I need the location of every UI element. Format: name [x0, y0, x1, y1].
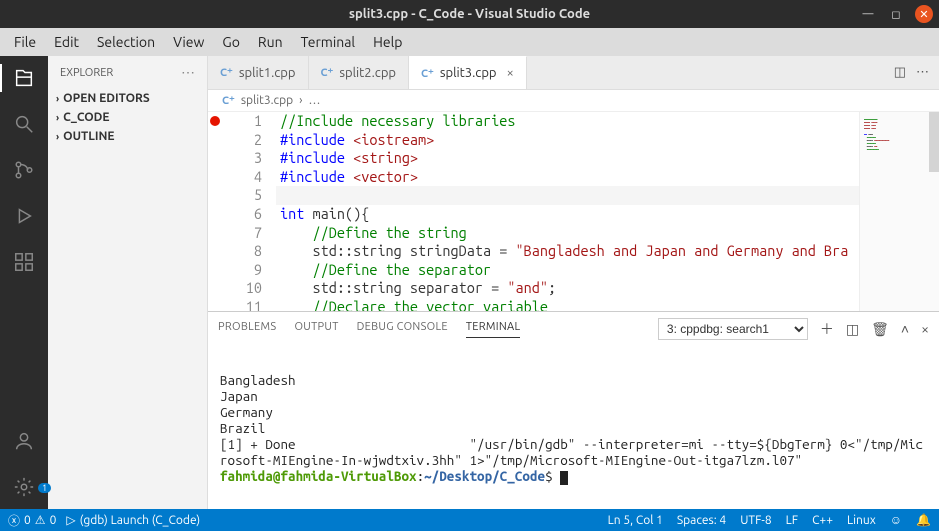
sidebar-header: EXPLORER ⋯ — [48, 56, 207, 89]
status-spaces[interactable]: Spaces: 4 — [677, 514, 726, 527]
panel-tab-debug-console[interactable]: DEBUG CONSOLE — [357, 321, 448, 337]
line-numbers: 1234567891011 — [226, 112, 276, 311]
close-panel-icon[interactable]: × — [921, 321, 929, 337]
code-editor[interactable]: 1234567891011 //Include necessary librar… — [208, 112, 939, 311]
chevron-right-icon: › — [299, 94, 302, 107]
menu-view[interactable]: View — [165, 30, 212, 54]
cpp-file-icon: C⁺ — [321, 66, 334, 79]
terminal-selector[interactable]: 3: cppdbg: search1 — [658, 318, 808, 340]
chevron-right-icon: › — [56, 112, 59, 123]
search-icon[interactable] — [12, 112, 36, 136]
menu-run[interactable]: Run — [250, 30, 291, 54]
menubar: File Edit Selection View Go Run Terminal… — [0, 28, 939, 56]
more-actions-icon[interactable]: ⋯ — [916, 65, 929, 80]
status-lang[interactable]: C++ — [812, 514, 833, 527]
status-eol[interactable]: LF — [786, 514, 798, 527]
activitybar: 1 — [0, 56, 48, 509]
main: 1 EXPLORER ⋯ › OPEN EDITORS › C_CODE › O… — [0, 56, 939, 509]
panel-tab-terminal[interactable]: TERMINAL — [466, 321, 521, 338]
editor-actions: ◫ ⋯ — [884, 65, 939, 80]
sidebar-open-editors[interactable]: › OPEN EDITORS — [48, 89, 207, 108]
sidebar-outline[interactable]: › OUTLINE — [48, 127, 207, 146]
settings-icon[interactable]: 1 — [12, 475, 36, 499]
settings-badge: 1 — [38, 483, 51, 493]
menu-edit[interactable]: Edit — [46, 30, 87, 54]
panel-tabs: PROBLEMS OUTPUT DEBUG CONSOLE TERMINAL 3… — [208, 312, 939, 346]
tab-close-icon[interactable]: × — [507, 66, 514, 80]
notifications-icon[interactable]: 🔔 — [916, 513, 931, 527]
panel-tab-output[interactable]: OUTPUT — [294, 321, 338, 337]
chevron-right-icon: › — [56, 131, 59, 142]
menu-go[interactable]: Go — [214, 30, 247, 54]
cpp-file-icon: C⁺ — [220, 66, 233, 79]
maximize-panel-icon[interactable]: ˄ — [901, 321, 909, 337]
code-content[interactable]: //Include necessary libraries#include <i… — [276, 112, 859, 311]
close-button[interactable]: ✕ — [915, 5, 933, 23]
cpp-file-icon: C⁺ — [222, 94, 235, 107]
status-launch[interactable]: ▷ (gdb) Launch (C_Code) — [66, 513, 200, 527]
menu-file[interactable]: File — [6, 30, 44, 54]
split-editor-icon[interactable]: ◫ — [894, 65, 906, 80]
status-cursor[interactable]: Ln 5, Col 1 — [608, 514, 663, 527]
status-encoding[interactable]: UTF-8 — [740, 514, 771, 527]
menu-help[interactable]: Help — [365, 30, 410, 54]
status-errors[interactable]: ⓧ 0 ⚠ 0 — [8, 512, 56, 529]
breadcrumb[interactable]: C⁺ split3.cpp › … — [208, 90, 939, 112]
explorer-icon[interactable] — [12, 66, 36, 90]
menu-selection[interactable]: Selection — [89, 30, 163, 54]
new-terminal-icon[interactable]: ＋ — [820, 319, 834, 339]
feedback-icon[interactable]: ☺ — [890, 513, 902, 527]
sidebar-title: EXPLORER — [60, 67, 113, 79]
tab-split3[interactable]: C⁺ split3.cpp × — [409, 56, 527, 89]
terminal-prompt-user: fahmida@fahmida-VirtualBox — [220, 468, 417, 484]
terminal-prompt-path: ~/Desktop/C_Code — [424, 468, 545, 484]
chevron-right-icon: › — [56, 93, 59, 104]
glyph-margin — [208, 112, 226, 311]
tab-split2[interactable]: C⁺ split2.cpp — [309, 56, 410, 89]
extensions-icon[interactable] — [12, 250, 36, 274]
minimize-button[interactable]: — — [859, 5, 877, 23]
maximize-button[interactable]: ◻ — [887, 5, 905, 23]
editor-area: C⁺ split1.cpp C⁺ split2.cpp C⁺ split3.cp… — [208, 56, 939, 509]
window-title: split3.cpp - C_Code - Visual Studio Code — [349, 7, 590, 21]
sidebar-folder[interactable]: › C_CODE — [48, 108, 207, 127]
statusbar: ⓧ 0 ⚠ 0 ▷ (gdb) Launch (C_Code) Ln 5, Co… — [0, 509, 939, 531]
sidebar: EXPLORER ⋯ › OPEN EDITORS › C_CODE › OUT… — [48, 56, 208, 509]
panel: PROBLEMS OUTPUT DEBUG CONSOLE TERMINAL 3… — [208, 311, 939, 509]
minimap-slider[interactable] — [929, 112, 939, 172]
terminal-cursor — [560, 471, 568, 485]
kill-terminal-icon[interactable]: 🗑 — [871, 321, 889, 338]
source-control-icon[interactable] — [12, 158, 36, 182]
status-os[interactable]: Linux — [847, 514, 876, 527]
sidebar-more-icon[interactable]: ⋯ — [181, 64, 195, 81]
cpp-file-icon: C⁺ — [421, 67, 434, 80]
terminal-output: Bangladesh Japan Germany Brazil [1] + Do… — [220, 372, 923, 468]
accounts-icon[interactable] — [12, 429, 36, 453]
menu-terminal[interactable]: Terminal — [293, 30, 364, 54]
titlebar: split3.cpp - C_Code - Visual Studio Code… — [0, 0, 939, 28]
minimap-content: ▬▬▬▬▬▬▬▬▬ ▬▬▬▬ ▬▬▬▬ ▬▬▬▬ ▬▬▬ ▬▬▬▬ ▬▬▬ ▬▬… — [864, 116, 935, 155]
panel-tab-problems[interactable]: PROBLEMS — [218, 321, 276, 337]
window-controls: — ◻ ✕ — [859, 5, 933, 23]
split-terminal-icon[interactable]: ◫ — [846, 321, 859, 338]
run-debug-icon[interactable] — [12, 204, 36, 228]
editor-tabs: C⁺ split1.cpp C⁺ split2.cpp C⁺ split3.cp… — [208, 56, 939, 90]
terminal[interactable]: Bangladesh Japan Germany Brazil [1] + Do… — [208, 346, 939, 509]
minimap[interactable]: ▬▬▬▬▬▬▬▬▬ ▬▬▬▬ ▬▬▬▬ ▬▬▬▬ ▬▬▬ ▬▬▬▬ ▬▬▬ ▬▬… — [859, 112, 939, 311]
tab-split1[interactable]: C⁺ split1.cpp — [208, 56, 309, 89]
